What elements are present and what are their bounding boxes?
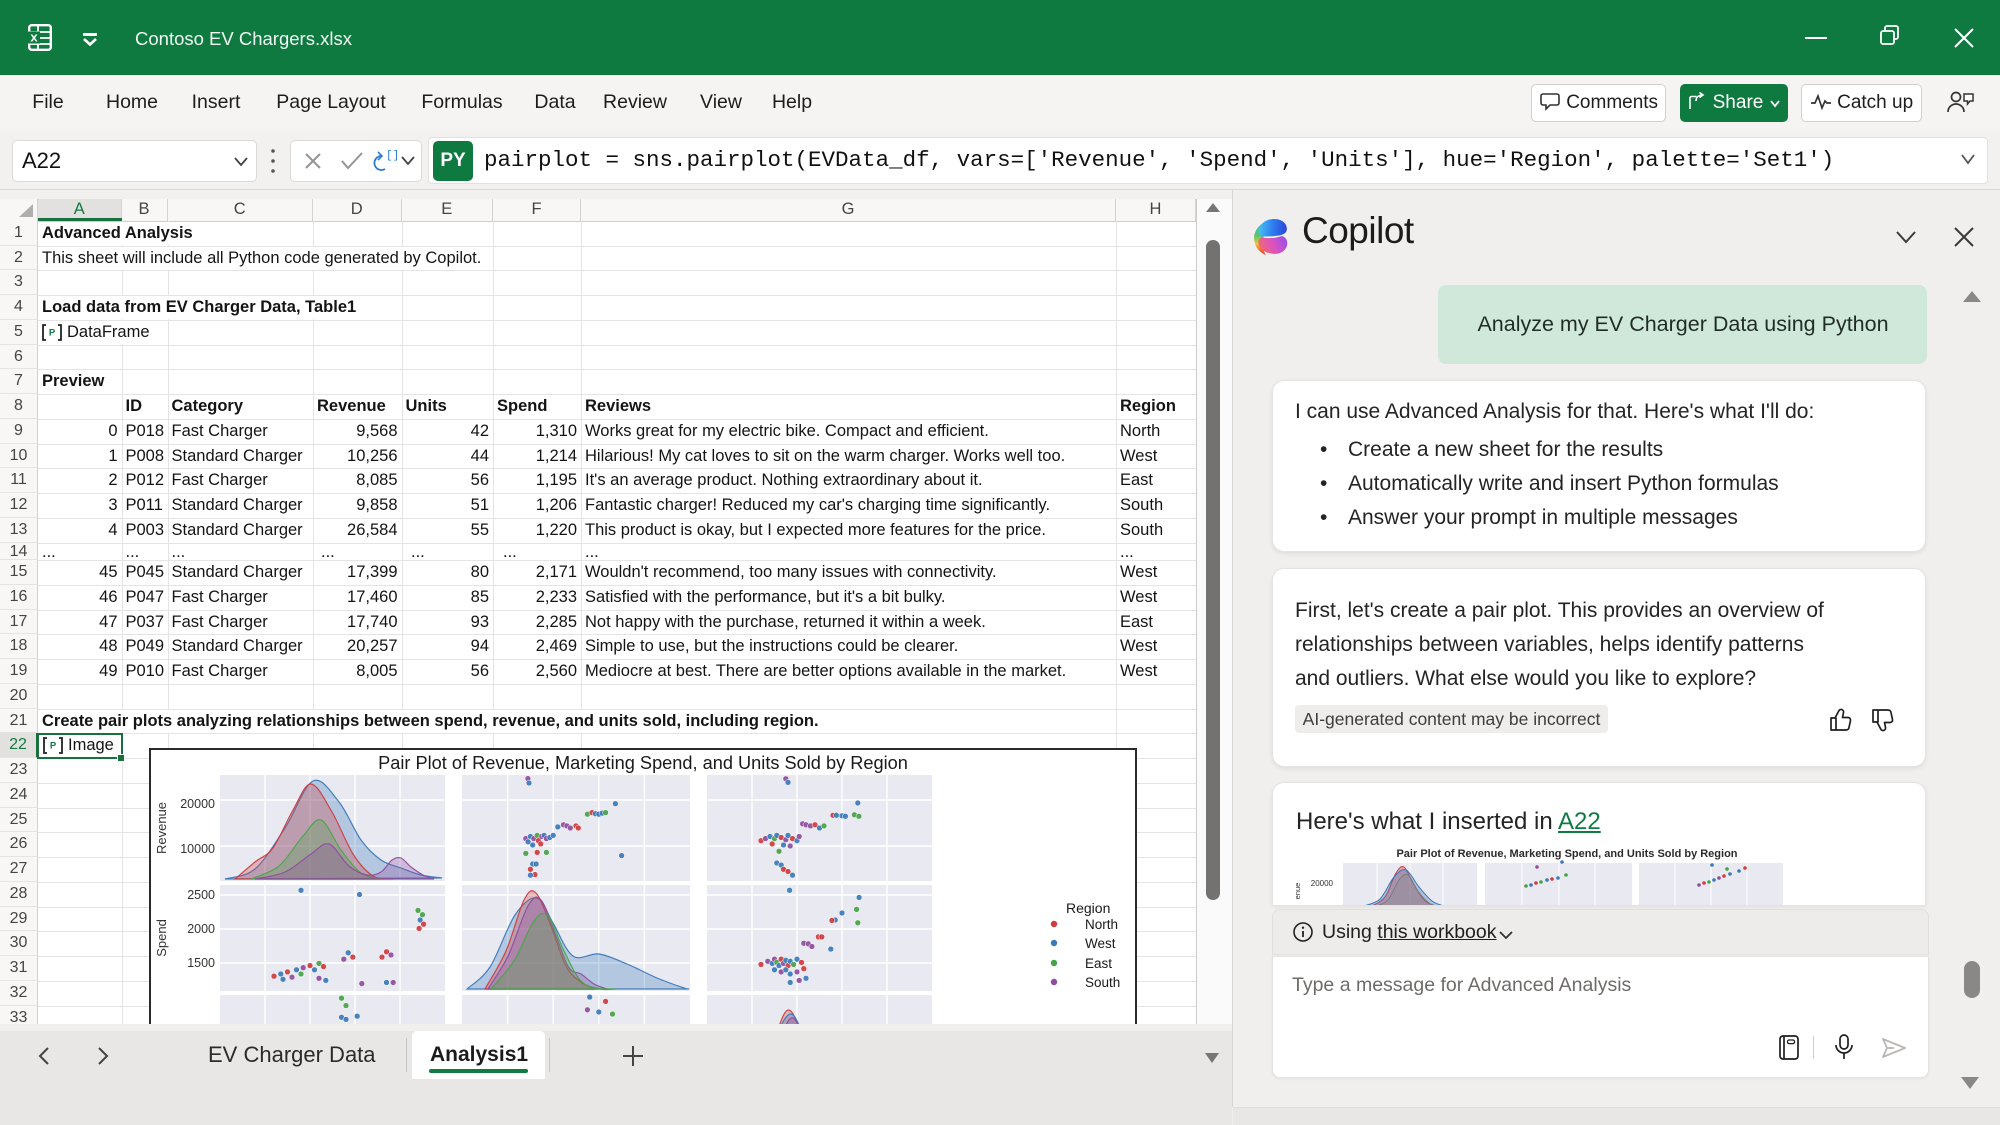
svg-text:enue: enue	[1293, 883, 1302, 900]
svg-text:Spend: Spend	[154, 919, 169, 957]
svg-text:10000: 10000	[180, 842, 215, 856]
svg-text:Revenue: Revenue	[154, 802, 169, 854]
svg-text:20000: 20000	[180, 797, 215, 811]
svg-text:Region: Region	[1066, 900, 1110, 916]
svg-text:x: x	[30, 30, 38, 45]
svg-text:20000: 20000	[1311, 879, 1334, 888]
svg-text:P: P	[49, 327, 56, 338]
svg-text:North: North	[1085, 917, 1118, 932]
svg-text:P: P	[50, 741, 57, 752]
svg-text:South: South	[1085, 975, 1120, 990]
svg-text:1500: 1500	[187, 956, 215, 970]
svg-text:[]: []	[386, 150, 399, 162]
svg-text:2500: 2500	[187, 888, 215, 902]
svg-text:Pair Plot of Revenue, Marketin: Pair Plot of Revenue, Marketing Spend, a…	[1396, 848, 1737, 860]
svg-text:2000: 2000	[187, 922, 215, 936]
svg-text:West: West	[1085, 936, 1116, 951]
svg-text:Pair Plot of Revenue, Marketin: Pair Plot of Revenue, Marketing Spend, a…	[378, 753, 908, 773]
svg-text:East: East	[1085, 956, 1112, 971]
